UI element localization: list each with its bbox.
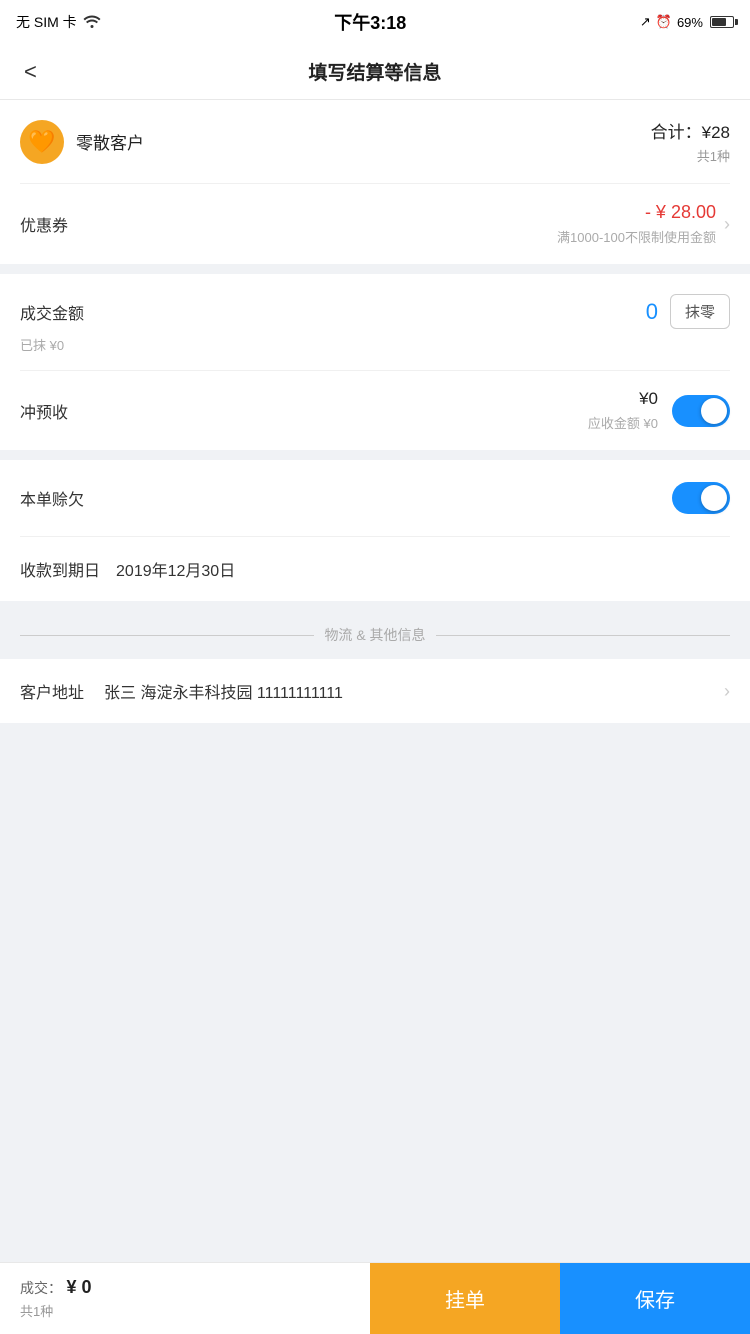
coupon-chevron: › [724,214,730,235]
debt-section: 本单赊欠 收款到期日 2019年12月30日 [0,460,750,601]
bottom-count: 共1种 [20,1301,350,1320]
coupon-row[interactable]: 优惠券 - ¥ 28.00 满1000-100不限制使用金额 › [0,184,750,264]
customer-name: 零散客户 [76,129,144,154]
address-row[interactable]: 客户地址 张三 海淀永丰科技园 11111111111 › [0,659,750,723]
deal-amount-label: 成交金额 [20,300,84,324]
bottom-left: 成交： ¥ 0 共1种 [0,1277,370,1320]
logistics-line-right [436,635,730,636]
debt-row: 本单赊欠 [20,460,730,536]
no-sim-text: 无 SIM 卡 [16,12,77,32]
bottom-bar: 成交： ¥ 0 共1种 挂单 保存 [0,1262,750,1334]
logistics-header: 物流 & 其他信息 [0,611,750,659]
avatar-icon: 🧡 [28,129,55,155]
bottom-deal-label: 成交： [20,1280,62,1296]
debt-label: 本单赊欠 [20,486,84,510]
hang-order-button[interactable]: 挂单 [370,1263,560,1334]
battery-icon [710,16,734,28]
debt-toggle[interactable] [672,482,730,514]
customer-row: 🧡 零散客户 合计：¥28 共1种 [0,100,750,183]
prereceive-right: ¥0 应收金额 ¥0 [588,389,730,432]
due-date-value: 2019年12月30日 [116,557,235,581]
prereceive-amounts: ¥0 应收金额 ¥0 [588,389,658,432]
prereceive-label: 冲预收 [20,399,68,423]
status-bar: 无 SIM 卡 下午3:18 ↗ ⏰ 69% [0,0,750,44]
customer-count: 共1种 [651,146,730,165]
deal-sub-text: 已抹 ¥0 [20,335,730,370]
address-label: 客户地址 [20,679,84,703]
prereceive-main-amount: ¥0 [588,389,658,409]
due-date-row: 收款到期日 2019年12月30日 [20,536,730,601]
back-button[interactable]: < [16,51,45,93]
customer-right: 合计：¥28 共1种 [651,118,730,165]
prereceive-toggle[interactable] [672,395,730,427]
coupon-amount: - ¥ 28.00 [557,202,716,223]
customer-card: 🧡 零散客户 合计：¥28 共1种 优惠券 - ¥ 28.00 满1000-10… [0,100,750,264]
round-zero-button[interactable]: 抹零 [670,294,730,329]
coupon-label: 优惠券 [20,212,68,236]
content-area: 🧡 零散客户 合计：¥28 共1种 优惠券 - ¥ 28.00 满1000-10… [0,100,750,813]
status-right: ↗ ⏰ 69% [640,14,734,30]
page-title: 填写结算等信息 [308,58,441,85]
location-icon: ↗ [640,14,651,30]
save-button[interactable]: 保存 [560,1263,750,1334]
deal-row: 成交金额 0 抹零 [20,274,730,335]
bottom-deal-row: 成交： ¥ 0 [20,1277,350,1298]
customer-avatar: 🧡 [20,120,64,164]
bottom-deal-amount: ¥ 0 [66,1277,91,1297]
address-value: 张三 海淀永丰科技园 11111111111 [104,679,724,703]
prereceive-row: 冲预收 ¥0 应收金额 ¥0 [20,370,730,450]
wifi-icon [83,14,101,31]
address-chevron: › [724,681,730,702]
coupon-right: - ¥ 28.00 满1000-100不限制使用金额 › [557,202,730,246]
battery-percent: 69% [677,15,703,30]
coupon-desc: 满1000-100不限制使用金额 [557,227,716,246]
status-time: 下午3:18 [334,9,406,35]
deal-amount-value: 0 [646,299,658,325]
logistics-text: 物流 & 其他信息 [324,625,425,645]
logistics-line-left [20,635,314,636]
nav-bar: < 填写结算等信息 [0,44,750,100]
prereceive-sub-amount: 应收金额 ¥0 [588,413,658,432]
address-section: 客户地址 张三 海淀永丰科技园 11111111111 › [0,659,750,723]
coupon-right-text: - ¥ 28.00 满1000-100不限制使用金额 [557,202,716,246]
status-left: 无 SIM 卡 [16,12,101,32]
customer-total: 合计：¥28 [651,118,730,143]
due-date-label: 收款到期日 [20,557,100,581]
deal-amount-right: 0 抹零 [646,294,730,329]
customer-left: 🧡 零散客户 [20,120,144,164]
deal-amount-section: 成交金额 0 抹零 已抹 ¥0 冲预收 ¥0 应收金额 ¥0 [0,274,750,450]
alarm-icon: ⏰ [656,14,672,30]
